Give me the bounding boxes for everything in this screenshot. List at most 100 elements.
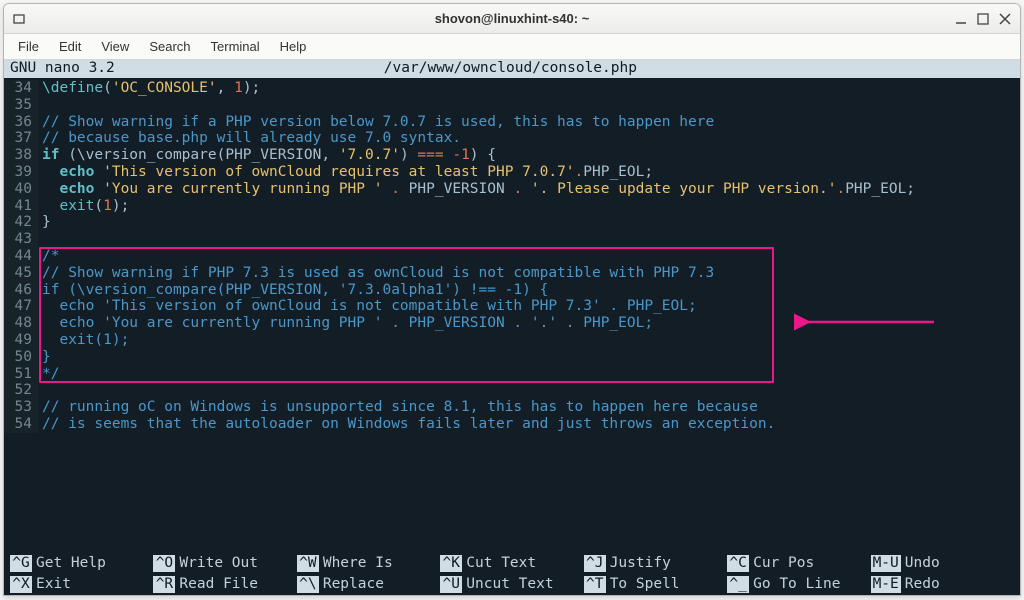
nano-version: GNU nano 3.2 [4, 60, 121, 78]
line-number: 54 [4, 416, 38, 433]
line-number: 52 [4, 382, 38, 399]
code-line: 44/* [4, 248, 1020, 265]
line-number: 37 [4, 130, 38, 147]
code-line: 35 [4, 97, 1020, 114]
keycap: ^X [10, 576, 32, 593]
code-line: 36// Show warning if a PHP version below… [4, 114, 1020, 131]
line-number: 47 [4, 298, 38, 315]
shortcut-redo: M-E Redo [871, 576, 1014, 593]
line-number: 49 [4, 332, 38, 349]
menu-file[interactable]: File [10, 36, 47, 57]
editor-content[interactable]: 34\define('OC_CONSOLE', 1);3536// Show w… [4, 78, 1020, 433]
code-line: 51*/ [4, 366, 1020, 383]
line-number: 40 [4, 181, 38, 198]
keycap: ^K [440, 555, 462, 572]
keycap: M-U [871, 555, 901, 572]
shortcut-where-is: ^W Where Is [297, 555, 440, 572]
shortcut-label: Cut Text [466, 555, 536, 572]
keycap: ^_ [727, 576, 749, 593]
shortcut-label: Where Is [323, 555, 393, 572]
shortcut-label: Undo [905, 555, 940, 572]
line-number: 53 [4, 399, 38, 416]
nano-shortcuts-row: ^X Exit^R Read File^\ Replace^U Uncut Te… [4, 574, 1020, 595]
keycap: ^\ [297, 576, 319, 593]
menubar: FileEditViewSearchTerminalHelp [4, 34, 1020, 60]
menu-edit[interactable]: Edit [51, 36, 89, 57]
code-line: 52 [4, 382, 1020, 399]
line-number: 36 [4, 114, 38, 131]
nano-shortcuts-row: ^G Get Help^O Write Out^W Where Is^K Cut… [4, 553, 1020, 574]
shortcut-cur-pos: ^C Cur Pos [727, 555, 870, 572]
nano-status-bar: GNU nano 3.2 /var/www/owncloud/console.p… [4, 60, 1020, 78]
keycap: ^R [153, 576, 175, 593]
shortcut-label: Read File [179, 576, 258, 593]
shortcut-go-to-line: ^_ Go To Line [727, 576, 870, 593]
menu-terminal[interactable]: Terminal [203, 36, 268, 57]
nano-filename: /var/www/owncloud/console.php [121, 60, 900, 78]
code-line: 46if (\version_compare(PHP_VERSION, '7.3… [4, 282, 1020, 299]
shortcut-undo: M-U Undo [871, 555, 1014, 572]
keycap: ^O [153, 555, 175, 572]
shortcut-label: Write Out [179, 555, 258, 572]
line-number: 38 [4, 147, 38, 164]
code-line: 45// Show warning if PHP 7.3 is used as … [4, 265, 1020, 282]
shortcut-label: Replace [323, 576, 384, 593]
shortcut-label: Exit [36, 576, 71, 593]
line-number: 46 [4, 282, 38, 299]
window-title: shovon@linuxhint-s40: ~ [435, 11, 590, 26]
menu-search[interactable]: Search [141, 36, 198, 57]
shortcut-label: Go To Line [753, 576, 840, 593]
shortcut-label: Cur Pos [753, 555, 814, 572]
keycap: ^W [297, 555, 319, 572]
shortcut-label: Justify [610, 555, 671, 572]
menu-help[interactable]: Help [272, 36, 315, 57]
line-number: 48 [4, 315, 38, 332]
terminal-window: shovon@linuxhint-s40: ~ FileEditViewSear… [3, 3, 1021, 596]
code-line: 40 echo 'You are currently running PHP '… [4, 181, 1020, 198]
shortcut-get-help: ^G Get Help [10, 555, 153, 572]
code-line: 53// running oC on Windows is unsupporte… [4, 399, 1020, 416]
shortcut-read-file: ^R Read File [153, 576, 296, 593]
keycap: ^J [584, 555, 606, 572]
shortcut-justify: ^J Justify [584, 555, 727, 572]
shortcut-label: To Spell [610, 576, 680, 593]
line-number: 43 [4, 231, 38, 248]
line-number: 34 [4, 80, 38, 97]
keycap: ^T [584, 576, 606, 593]
line-number: 39 [4, 164, 38, 181]
shortcut-label: Get Help [36, 555, 106, 572]
maximize-icon[interactable] [976, 12, 990, 26]
shortcut-write-out: ^O Write Out [153, 555, 296, 572]
keycap: ^G [10, 555, 32, 572]
shortcut-label: Uncut Text [466, 576, 553, 593]
code-line: 54// is seems that the autoloader on Win… [4, 416, 1020, 433]
close-icon[interactable] [998, 12, 1012, 26]
minimize-icon[interactable] [954, 12, 968, 26]
titlebar[interactable]: shovon@linuxhint-s40: ~ [4, 4, 1020, 34]
line-number: 50 [4, 349, 38, 366]
line-number: 41 [4, 198, 38, 215]
line-number: 44 [4, 248, 38, 265]
shortcut-uncut-text: ^U Uncut Text [440, 576, 583, 593]
line-number: 42 [4, 214, 38, 231]
code-line: 34\define('OC_CONSOLE', 1); [4, 80, 1020, 97]
shortcut-to-spell: ^T To Spell [584, 576, 727, 593]
shortcut-cut-text: ^K Cut Text [440, 555, 583, 572]
shortcut-replace: ^\ Replace [297, 576, 440, 593]
shortcut-exit: ^X Exit [10, 576, 153, 593]
line-number: 45 [4, 265, 38, 282]
code-line: 37// because base.php will already use 7… [4, 130, 1020, 147]
terminal[interactable]: GNU nano 3.2 /var/www/owncloud/console.p… [4, 60, 1020, 595]
keycap: ^C [727, 555, 749, 572]
annotation-arrow-icon [794, 307, 944, 337]
line-number: 35 [4, 97, 38, 114]
code-line: 41 exit(1); [4, 198, 1020, 215]
code-line: 42} [4, 214, 1020, 231]
menu-view[interactable]: View [93, 36, 137, 57]
code-line: 50} [4, 349, 1020, 366]
code-line: 43 [4, 231, 1020, 248]
code-line: 39 echo 'This version of ownCloud requir… [4, 164, 1020, 181]
line-number: 51 [4, 366, 38, 383]
keycap: ^U [440, 576, 462, 593]
app-menu-icon[interactable] [12, 12, 26, 26]
